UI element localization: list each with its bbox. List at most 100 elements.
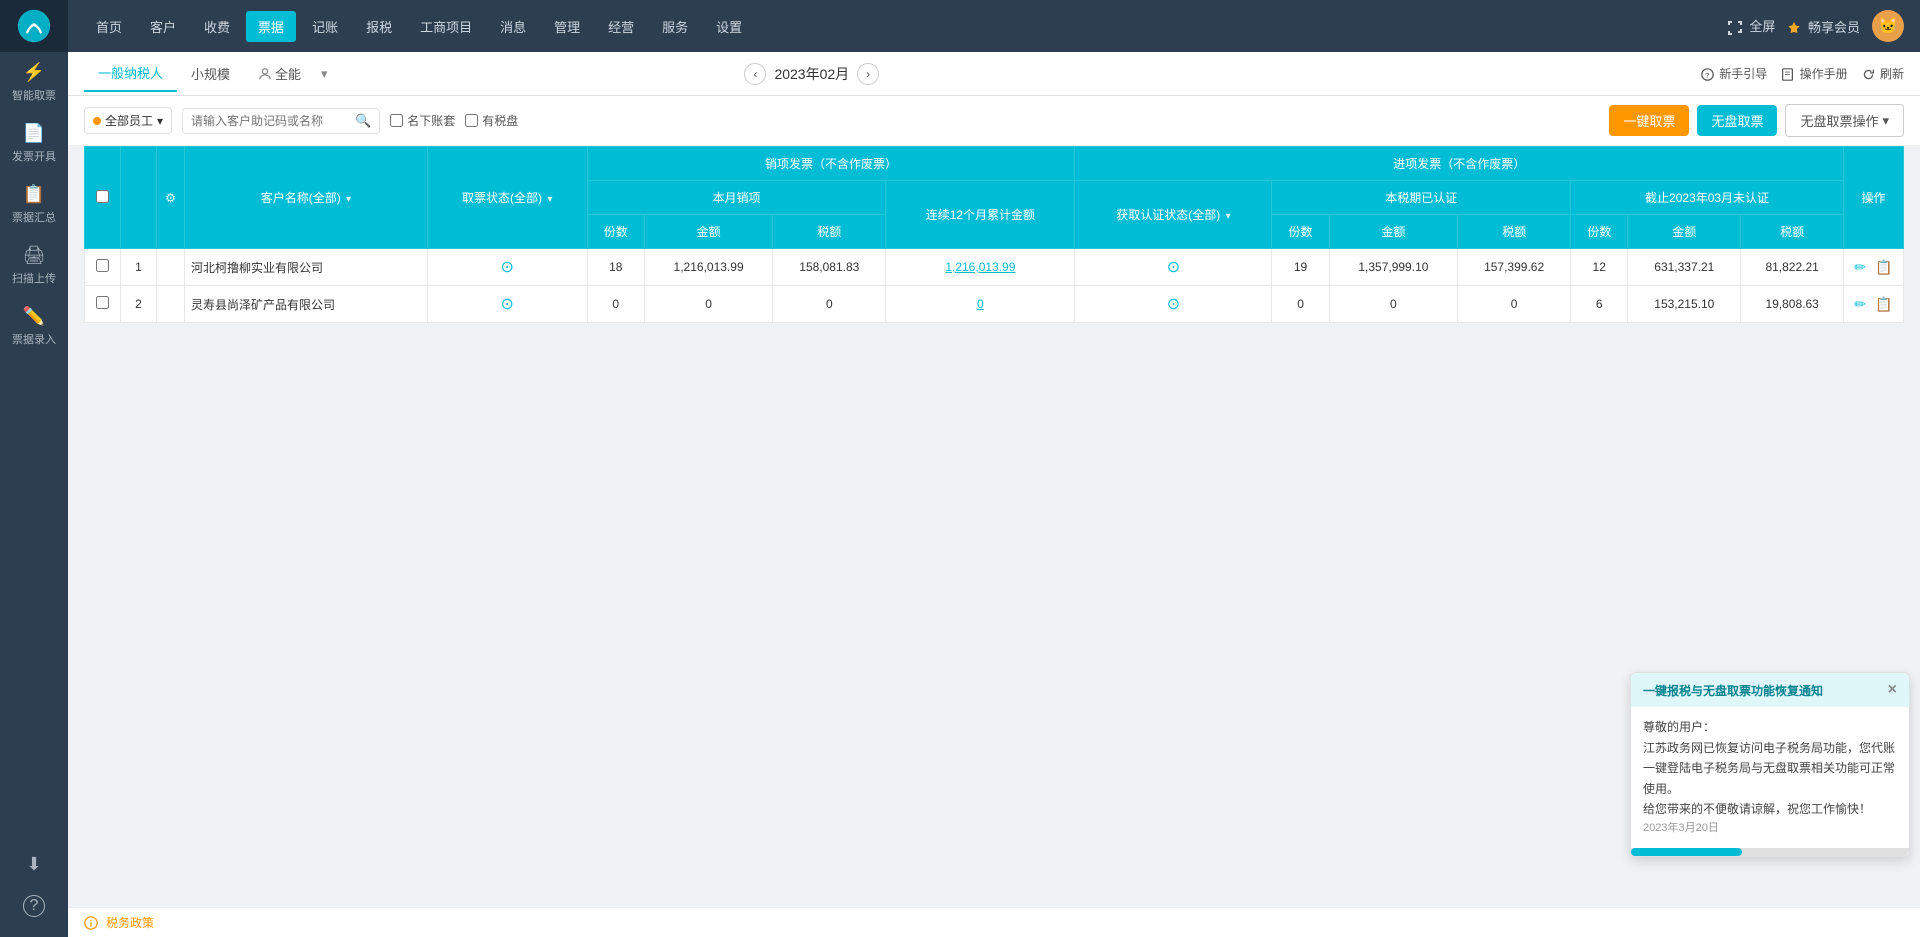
row-unrecognized-amount: 631,337.21 bbox=[1628, 249, 1741, 286]
row-settings bbox=[157, 286, 185, 323]
filter-right: 一键取票 无盘取票 无盘取票操作 ▾ bbox=[1609, 104, 1904, 137]
sidebar-item-label: 发票开具 bbox=[12, 148, 56, 164]
topnav-settings[interactable]: 设置 bbox=[704, 11, 754, 42]
no-disk-ops-button[interactable]: 无盘取票操作 ▾ bbox=[1785, 104, 1904, 137]
check-account-checkbox[interactable] bbox=[390, 114, 403, 127]
th-settings[interactable]: ⚙ bbox=[157, 147, 185, 249]
manual-btn[interactable]: 操作手册 bbox=[1781, 65, 1847, 82]
download-icon: ⬇ bbox=[26, 854, 41, 875]
sidebar-item-invoice-summary[interactable]: 📋 票据汇总 bbox=[0, 174, 68, 235]
th-actions: 操作 bbox=[1844, 147, 1904, 249]
th-recognized-tax: 税额 bbox=[1458, 215, 1571, 249]
current-period: 2023年02月 bbox=[774, 64, 849, 84]
th-current-month-sales: 本月销项 bbox=[587, 181, 886, 215]
refresh-btn[interactable]: 刷新 bbox=[1862, 65, 1904, 82]
notif-header: 一键报税与无盘取票功能恢复通知 × bbox=[1631, 673, 1909, 707]
sidebar-item-invoice-entry[interactable]: ✏️ 票据录入 bbox=[0, 296, 68, 357]
fetch-status-check-icon: ⊙ bbox=[501, 296, 514, 313]
row-recognized-tax: 157,399.62 bbox=[1458, 249, 1571, 286]
row-recognized-amount: 0 bbox=[1329, 286, 1457, 323]
row-select-checkbox[interactable] bbox=[96, 296, 109, 309]
notif-content-line: 2023年3月20日 bbox=[1643, 819, 1897, 838]
period-nav: ‹ 2023年02月 › bbox=[744, 63, 879, 85]
row-unrecognized-tax: 19,808.63 bbox=[1741, 286, 1844, 323]
search-input[interactable] bbox=[191, 114, 351, 128]
topnav-invoice[interactable]: 票据 bbox=[246, 11, 296, 42]
topnav-tax[interactable]: 报税 bbox=[354, 11, 404, 42]
topnav-business[interactable]: 工商项目 bbox=[408, 11, 484, 42]
th-purchase-invoices-group: 进项发票（不含作废票） bbox=[1075, 147, 1844, 181]
tab-small-scale[interactable]: 小规模 bbox=[177, 56, 244, 91]
check-account-label[interactable]: 名下账套 bbox=[390, 112, 455, 129]
notif-close-button[interactable]: × bbox=[1888, 681, 1897, 699]
sidebar-logo bbox=[0, 0, 68, 52]
row-customer-name: 灵寿县尚泽矿产品有限公司 bbox=[185, 286, 428, 323]
check-account-text: 名下账套 bbox=[407, 112, 455, 129]
sidebar-item-label: 票据汇总 bbox=[12, 209, 56, 225]
topnav-service[interactable]: 服务 bbox=[650, 11, 700, 42]
check-tax-text: 有税盘 bbox=[482, 112, 518, 129]
invoice-summary-icon: 📋 bbox=[23, 184, 45, 205]
cumulative-link[interactable]: 0 bbox=[977, 297, 984, 311]
tab-all[interactable]: 全能 bbox=[244, 56, 315, 91]
user-avatar[interactable]: 🐱 bbox=[1872, 10, 1904, 42]
row-edit-button[interactable]: ✏ bbox=[1854, 296, 1866, 312]
topnav-message[interactable]: 消息 bbox=[488, 11, 538, 42]
tab-more-arrow[interactable]: ▾ bbox=[315, 62, 334, 86]
sidebar-item-smart-fetch[interactable]: ⚡ 智能取票 bbox=[0, 52, 68, 113]
row-current-tax: 158,081.83 bbox=[773, 249, 886, 286]
select-all-checkbox[interactable] bbox=[96, 190, 109, 203]
customer-filter-icon[interactable]: ▾ bbox=[346, 194, 351, 205]
tax-policy-link[interactable]: 税务政策 bbox=[106, 914, 154, 931]
check-tax-label[interactable]: 有税盘 bbox=[465, 112, 518, 129]
next-period-btn[interactable]: › bbox=[857, 63, 879, 85]
prev-period-btn[interactable]: ‹ bbox=[744, 63, 766, 85]
topnav-customer[interactable]: 客户 bbox=[138, 11, 188, 42]
row-cumulative: 0 bbox=[886, 286, 1075, 323]
tab-general-taxpayer[interactable]: 一般纳税人 bbox=[84, 55, 177, 92]
sidebar: ⚡ 智能取票 📄 发票开具 📋 票据汇总 🖨 扫描上传 ✏️ 票据录入 ⬇ ? bbox=[0, 0, 68, 937]
fetch-status-filter-icon[interactable]: ▾ bbox=[547, 194, 552, 205]
recognized-filter-icon[interactable]: ▾ bbox=[1226, 211, 1231, 222]
sidebar-item-download[interactable]: ⬇ bbox=[0, 844, 68, 885]
fullscreen-btn[interactable]: 全屏 bbox=[1727, 16, 1776, 36]
notif-scrollbar[interactable] bbox=[1631, 848, 1909, 856]
search-icon[interactable]: 🔍 bbox=[355, 113, 371, 129]
employee-select[interactable]: 全部员工 ▾ bbox=[84, 107, 172, 134]
row-index: 2 bbox=[121, 286, 157, 323]
user-circle-icon bbox=[258, 67, 272, 81]
row-recognized-fetch-status: ⊙ bbox=[1075, 249, 1272, 286]
sidebar-item-issue-invoice[interactable]: 📄 发票开具 bbox=[0, 113, 68, 174]
row-recognized-amount: 1,357,999.10 bbox=[1329, 249, 1457, 286]
row-recognized-tax: 0 bbox=[1458, 286, 1571, 323]
no-disk-fetch-button[interactable]: 无盘取票 bbox=[1697, 105, 1777, 136]
topnav-billing[interactable]: 收费 bbox=[192, 11, 242, 42]
check-tax-checkbox[interactable] bbox=[465, 114, 478, 127]
sidebar-item-help[interactable]: ? bbox=[0, 885, 68, 927]
employee-label: 全部员工 bbox=[105, 112, 153, 129]
notif-content-line: 尊敬的用户： bbox=[1643, 717, 1897, 737]
th-unrecognized-until: 截止2023年03月未认证 bbox=[1571, 181, 1844, 215]
cumulative-link[interactable]: 1,216,013.99 bbox=[945, 260, 1015, 274]
row-view-button[interactable]: 📋 bbox=[1875, 259, 1892, 275]
row-edit-button[interactable]: ✏ bbox=[1854, 259, 1866, 275]
notification-popup: 一键报税与无盘取票功能恢复通知 × 尊敬的用户：江苏政务网已恢复访问电子税务局功… bbox=[1630, 672, 1910, 857]
sidebar-item-scan-upload[interactable]: 🖨 扫描上传 bbox=[0, 235, 68, 296]
th-recognized-count: 份数 bbox=[1272, 215, 1329, 249]
one-click-fetch-button[interactable]: 一键取票 bbox=[1609, 105, 1689, 136]
row-view-button[interactable]: 📋 bbox=[1875, 296, 1892, 312]
vip-btn[interactable]: 畅享会员 bbox=[1787, 17, 1860, 36]
row-unrecognized-amount: 153,215.10 bbox=[1628, 286, 1741, 323]
row-checkbox[interactable] bbox=[85, 249, 121, 286]
employee-arrow: ▾ bbox=[157, 114, 163, 128]
topnav-home[interactable]: 首页 bbox=[84, 11, 134, 42]
topnav-bookkeeping[interactable]: 记账 bbox=[300, 11, 350, 42]
search-box: 🔍 bbox=[182, 108, 380, 134]
row-current-amount: 0 bbox=[644, 286, 772, 323]
help-icon: ? bbox=[23, 895, 45, 917]
topnav-manage[interactable]: 管理 bbox=[542, 11, 592, 42]
new-guide-btn[interactable]: ? 新手引导 bbox=[1701, 65, 1767, 82]
row-checkbox[interactable] bbox=[85, 286, 121, 323]
row-select-checkbox[interactable] bbox=[96, 259, 109, 272]
topnav-operate[interactable]: 经营 bbox=[596, 11, 646, 42]
